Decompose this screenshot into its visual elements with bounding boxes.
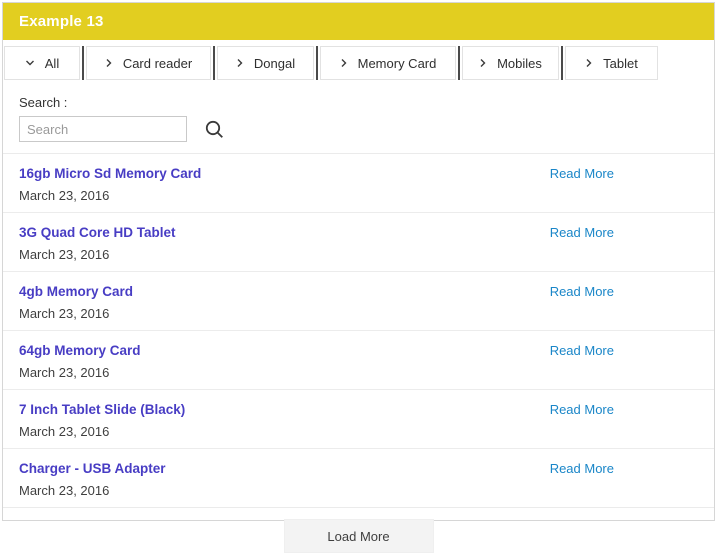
search-input[interactable] <box>19 116 187 142</box>
tab-label: Memory Card <box>357 55 437 71</box>
tab-separator <box>561 46 563 80</box>
item-date: March 23, 2016 <box>19 483 110 498</box>
magnifier-icon <box>205 120 223 138</box>
category-tabbar: All Card reader Dongal Memory Card Mobil… <box>4 46 713 80</box>
chevron-right-icon <box>237 59 243 67</box>
chevron-down-icon <box>25 60 34 66</box>
tab-label: All <box>44 55 60 71</box>
load-more-button[interactable]: Load More <box>283 519 434 553</box>
search-button[interactable] <box>204 119 225 140</box>
list-footer: Load More <box>3 519 714 553</box>
search-label: Search : <box>19 95 68 110</box>
read-more-link[interactable]: Read More <box>550 225 614 240</box>
tab-mobiles[interactable]: Mobiles <box>462 46 559 80</box>
item-date: March 23, 2016 <box>19 365 110 380</box>
section-divider <box>3 507 714 508</box>
tab-tablet[interactable]: Tablet <box>565 46 658 80</box>
tab-label: Tablet <box>603 55 638 71</box>
chevron-right-icon <box>341 59 347 67</box>
read-more-link[interactable]: Read More <box>550 461 614 476</box>
tab-memory-card[interactable]: Memory Card <box>320 46 456 80</box>
item-title-link[interactable]: 3G Quad Core HD Tablet <box>19 225 176 240</box>
list-item: Charger - USB Adapter March 23, 2016 Rea… <box>3 448 714 507</box>
item-date: March 23, 2016 <box>19 188 110 203</box>
tab-label: Mobiles <box>497 55 542 71</box>
read-more-link[interactable]: Read More <box>550 402 614 417</box>
item-date: March 23, 2016 <box>19 247 110 262</box>
list-item: 4gb Memory Card March 23, 2016 Read More <box>3 271 714 330</box>
tab-separator <box>82 46 84 80</box>
item-date: March 23, 2016 <box>19 424 110 439</box>
item-title-link[interactable]: Charger - USB Adapter <box>19 461 166 476</box>
tab-separator <box>213 46 215 80</box>
product-list: 16gb Micro Sd Memory Card March 23, 2016… <box>3 154 714 507</box>
header-bar: Example 13 <box>3 3 714 40</box>
tab-separator <box>458 46 460 80</box>
item-title-link[interactable]: 64gb Memory Card <box>19 343 141 358</box>
page-title: Example 13 <box>19 13 104 30</box>
widget-container: Example 13 All Card reader Dongal Memory… <box>2 2 715 553</box>
search-section: Search : <box>3 80 714 153</box>
tab-dongal[interactable]: Dongal <box>217 46 314 80</box>
tab-label: Dongal <box>253 55 296 71</box>
tab-label: Card reader <box>122 55 193 71</box>
chevron-right-icon <box>106 59 112 67</box>
list-item: 16gb Micro Sd Memory Card March 23, 2016… <box>3 154 714 212</box>
item-title-link[interactable]: 4gb Memory Card <box>19 284 133 299</box>
chevron-right-icon <box>586 59 592 67</box>
chevron-right-icon <box>480 59 486 67</box>
tab-card-reader[interactable]: Card reader <box>86 46 211 80</box>
tab-all[interactable]: All <box>4 46 80 80</box>
item-title-link[interactable]: 16gb Micro Sd Memory Card <box>19 166 201 181</box>
read-more-link[interactable]: Read More <box>550 166 614 181</box>
read-more-link[interactable]: Read More <box>550 284 614 299</box>
tab-separator <box>316 46 318 80</box>
read-more-link[interactable]: Read More <box>550 343 614 358</box>
item-date: March 23, 2016 <box>19 306 110 321</box>
item-title-link[interactable]: 7 Inch Tablet Slide (Black) <box>19 402 185 417</box>
list-item: 3G Quad Core HD Tablet March 23, 2016 Re… <box>3 212 714 271</box>
list-item: 64gb Memory Card March 23, 2016 Read Mor… <box>3 330 714 389</box>
list-item: 7 Inch Tablet Slide (Black) March 23, 20… <box>3 389 714 448</box>
